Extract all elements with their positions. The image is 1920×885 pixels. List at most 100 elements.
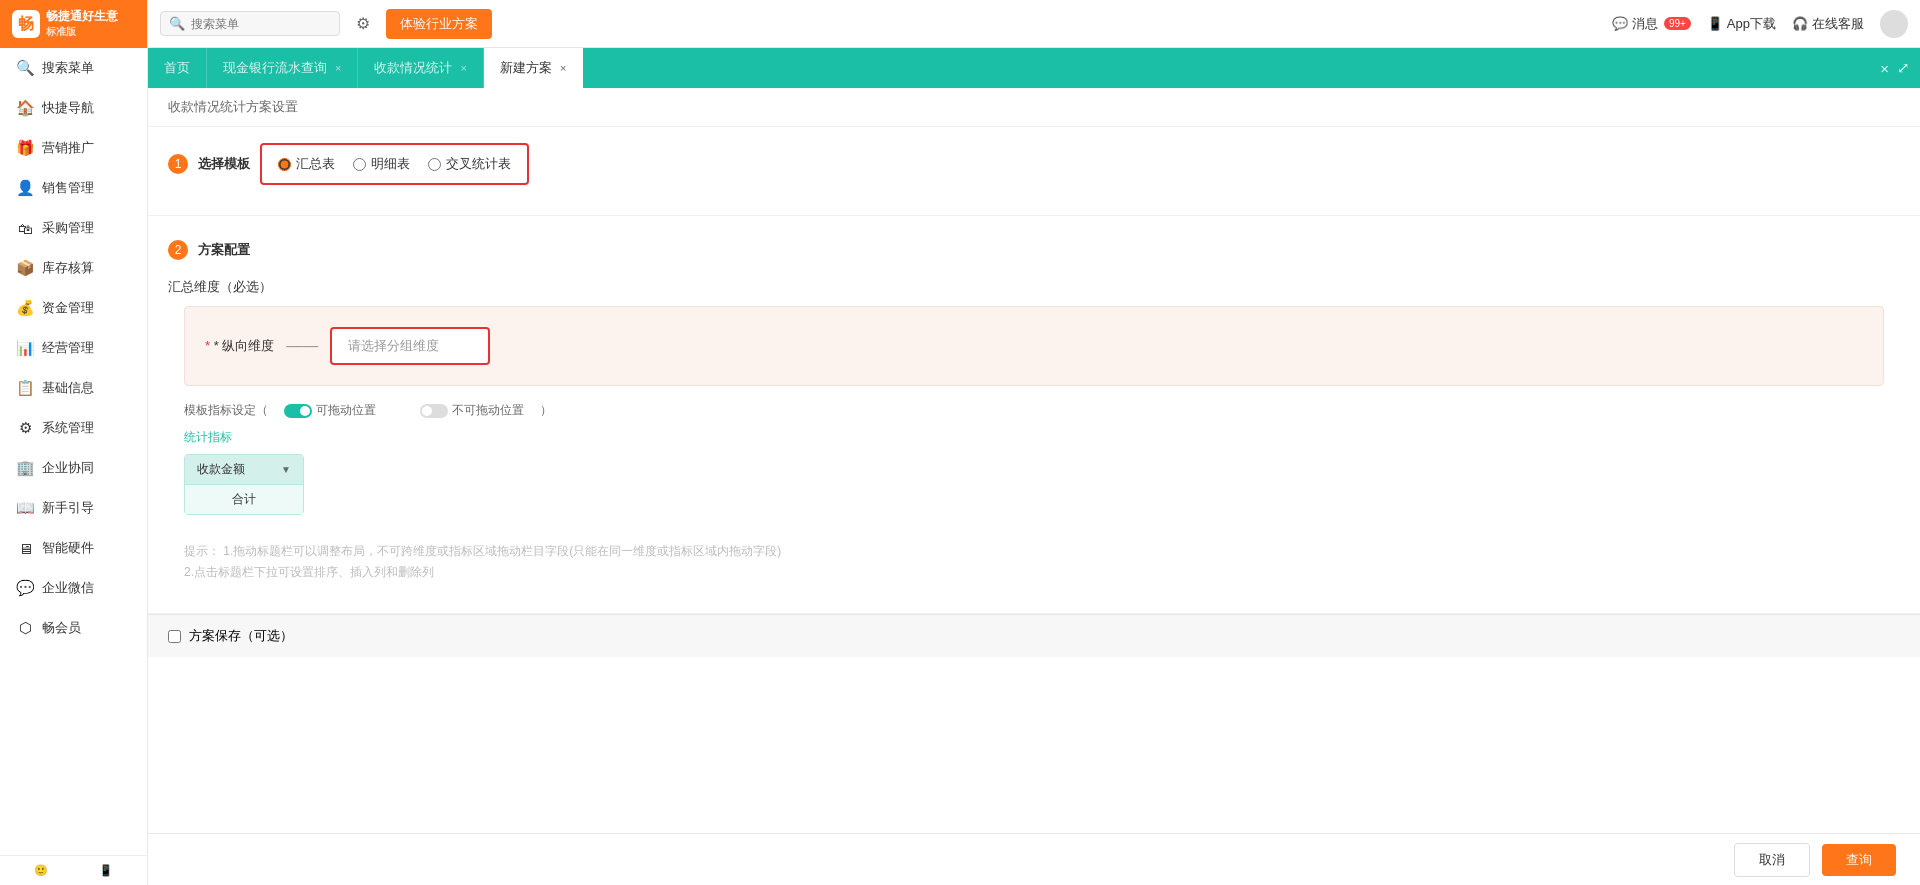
sidebar-item-member[interactable]: ⬡ 畅会员 (0, 608, 147, 648)
service-item[interactable]: 🎧 在线客服 (1792, 15, 1864, 33)
required-star: * (205, 338, 214, 353)
sidebar-item-finance[interactable]: 💰 资金管理 (0, 288, 147, 328)
sidebar-item-enterprise[interactable]: 🏢 企业协同 (0, 448, 147, 488)
draggable-indicator: 可拖动位置 (284, 402, 376, 419)
basics-icon: 📋 (16, 379, 34, 397)
radio-cross-label: 交叉统计表 (446, 155, 511, 173)
sidebar-item-inventory[interactable]: 📦 库存核算 (0, 248, 147, 288)
main-area: 🔍 ⚙ 体验行业方案 💬 消息 99+ 📱 App下载 🎧 在线客服 首页 (148, 0, 1920, 885)
sidebar-item-search-menu[interactable]: 🔍 搜索菜单 (0, 48, 147, 88)
enterprise-icon: 🏢 (16, 459, 34, 477)
dimension-section-title: 汇总维度（必选） (168, 274, 1900, 306)
sidebar-item-basics[interactable]: 📋 基础信息 (0, 368, 147, 408)
non-draggable-toggle (420, 404, 448, 418)
radio-summary[interactable]: 汇总表 (278, 155, 335, 173)
cancel-button[interactable]: 取消 (1734, 843, 1810, 877)
download-icon: 📱 (1707, 16, 1723, 31)
draggable-label: 可拖动位置 (316, 402, 376, 419)
industry-btn[interactable]: 体验行业方案 (386, 9, 492, 39)
metrics-table: 收款金额 ▼ 合计 (184, 454, 304, 515)
service-icon: 🎧 (1792, 16, 1808, 31)
tab-home[interactable]: 首页 (148, 48, 207, 88)
tab-receipts-close[interactable]: × (460, 62, 466, 74)
save-label: 方案保存（可选） (189, 627, 293, 645)
tab-cashflow[interactable]: 现金银行流水查询 × (207, 48, 358, 88)
metrics-section: 模板指标设定（ 可拖动位置 不可拖动位置 ） 统计指标 (168, 402, 1900, 531)
search-menu-icon: 🔍 (16, 59, 34, 77)
sidebar-bottom-icon1[interactable]: 🙂 (34, 864, 48, 877)
step2-badge: 2 (168, 240, 188, 260)
finance-icon: 💰 (16, 299, 34, 317)
topbar-right: 💬 消息 99+ 📱 App下载 🎧 在线客服 (1612, 10, 1908, 38)
radio-summary-label: 汇总表 (296, 155, 335, 173)
metrics-sep (392, 402, 404, 419)
step1-header: 1 选择模板 汇总表 明细表 (168, 143, 1900, 185)
sidebar-item-system[interactable]: ⚙ 系统管理 (0, 408, 147, 448)
tab-bar-actions: × ⤢ (1870, 48, 1920, 88)
sidebar: 畅 畅捷通好生意 标准版 🔍 搜索菜单 🏠 快捷导航 🎁 营销推广 👤 销售管理… (0, 0, 148, 885)
sidebar-item-label: 畅会员 (42, 619, 81, 637)
radio-cross-input[interactable] (428, 158, 441, 171)
wechat-icon: 💬 (16, 579, 34, 597)
tab-new-plan[interactable]: 新建方案 × (484, 48, 583, 88)
save-checkbox[interactable] (168, 630, 181, 643)
tab-receipts[interactable]: 收款情况统计 × (358, 48, 483, 88)
sidebar-item-label: 销售管理 (42, 179, 94, 197)
avatar[interactable] (1880, 10, 1908, 38)
sidebar-item-label: 企业微信 (42, 579, 94, 597)
sidebar-item-label: 新手引导 (42, 499, 94, 517)
sidebar-item-hardware[interactable]: 🖥 智能硬件 (0, 528, 147, 568)
tips-section: 提示： 1.拖动标题栏可以调整布局，不可跨维度或指标区域拖动栏目字段(只能在同一… (168, 531, 1900, 597)
metrics-header[interactable]: 收款金额 ▼ (185, 455, 303, 485)
metrics-setting-label: 模板指标设定（ (184, 402, 268, 419)
sidebar-item-marketing[interactable]: 🎁 营销推广 (0, 128, 147, 168)
tab-expand-action[interactable]: ⤢ (1897, 59, 1910, 77)
dimension-select[interactable]: 请选择分组维度 (330, 327, 490, 365)
tab-cashflow-label: 现金银行流水查询 (223, 59, 327, 77)
sidebar-bottom: 🙂 📱 (0, 855, 147, 885)
tab-new-plan-close[interactable]: × (560, 62, 566, 74)
dimension-row-vertical: * * 纵向维度 —— 请选择分组维度 (205, 327, 1863, 365)
message-item[interactable]: 💬 消息 99+ (1612, 15, 1691, 33)
settings-icon[interactable]: ⚙ (352, 10, 374, 37)
message-icon: 💬 (1612, 16, 1628, 31)
radio-cross[interactable]: 交叉统计表 (428, 155, 511, 173)
sidebar-item-purchase[interactable]: 🛍 采购管理 (0, 208, 147, 248)
search-icon: 🔍 (169, 16, 185, 31)
sidebar-logo: 畅 畅捷通好生意 标准版 (0, 0, 147, 48)
page-content: 收款情况统计方案设置 1 选择模板 汇总表 (148, 88, 1920, 833)
sidebar-item-sales[interactable]: 👤 销售管理 (0, 168, 147, 208)
dimension-required-label: * * 纵向维度 (205, 337, 274, 355)
sidebar-item-label: 智能硬件 (42, 539, 94, 557)
sidebar-item-label: 经营管理 (42, 339, 94, 357)
logo-edition: 标准版 (46, 25, 118, 39)
tip-line1: 提示： 1.拖动标题栏可以调整布局，不可跨维度或指标区域拖动栏目字段(只能在同一… (184, 543, 1884, 560)
radio-detail[interactable]: 明细表 (353, 155, 410, 173)
divider1 (148, 215, 1920, 216)
tab-close-action[interactable]: × (1880, 60, 1889, 77)
topbar-search-box[interactable]: 🔍 (160, 11, 340, 36)
dimension-arrow: —— (286, 337, 318, 355)
sidebar-item-quick-nav[interactable]: 🏠 快捷导航 (0, 88, 147, 128)
sidebar-bottom-icon2[interactable]: 📱 (99, 864, 113, 877)
radio-detail-input[interactable] (353, 158, 366, 171)
marketing-icon: 🎁 (16, 139, 34, 157)
sidebar-item-wechat[interactable]: 💬 企业微信 (0, 568, 147, 608)
search-input[interactable] (191, 17, 331, 31)
purchase-icon: 🛍 (16, 220, 34, 237)
step1-badge: 1 (168, 154, 188, 174)
step2-section: 2 方案配置 汇总维度（必选） * * 纵向维度 —— 请选择分组维度 (148, 224, 1920, 613)
tab-home-label: 首页 (164, 59, 190, 77)
metrics-cell: 合计 (185, 485, 303, 514)
sidebar-item-guide[interactable]: 📖 新手引导 (0, 488, 147, 528)
quick-nav-icon: 🏠 (16, 99, 34, 117)
radio-summary-input[interactable] (278, 158, 291, 171)
radio-detail-label: 明细表 (371, 155, 410, 173)
query-button[interactable]: 查询 (1822, 844, 1896, 876)
metrics-label-row: 模板指标设定（ 可拖动位置 不可拖动位置 ） (184, 402, 1884, 419)
sidebar-item-label: 快捷导航 (42, 99, 94, 117)
download-item[interactable]: 📱 App下载 (1707, 15, 1776, 33)
sidebar-item-operations[interactable]: 📊 经营管理 (0, 328, 147, 368)
hardware-icon: 🖥 (16, 540, 34, 557)
tab-cashflow-close[interactable]: × (335, 62, 341, 74)
